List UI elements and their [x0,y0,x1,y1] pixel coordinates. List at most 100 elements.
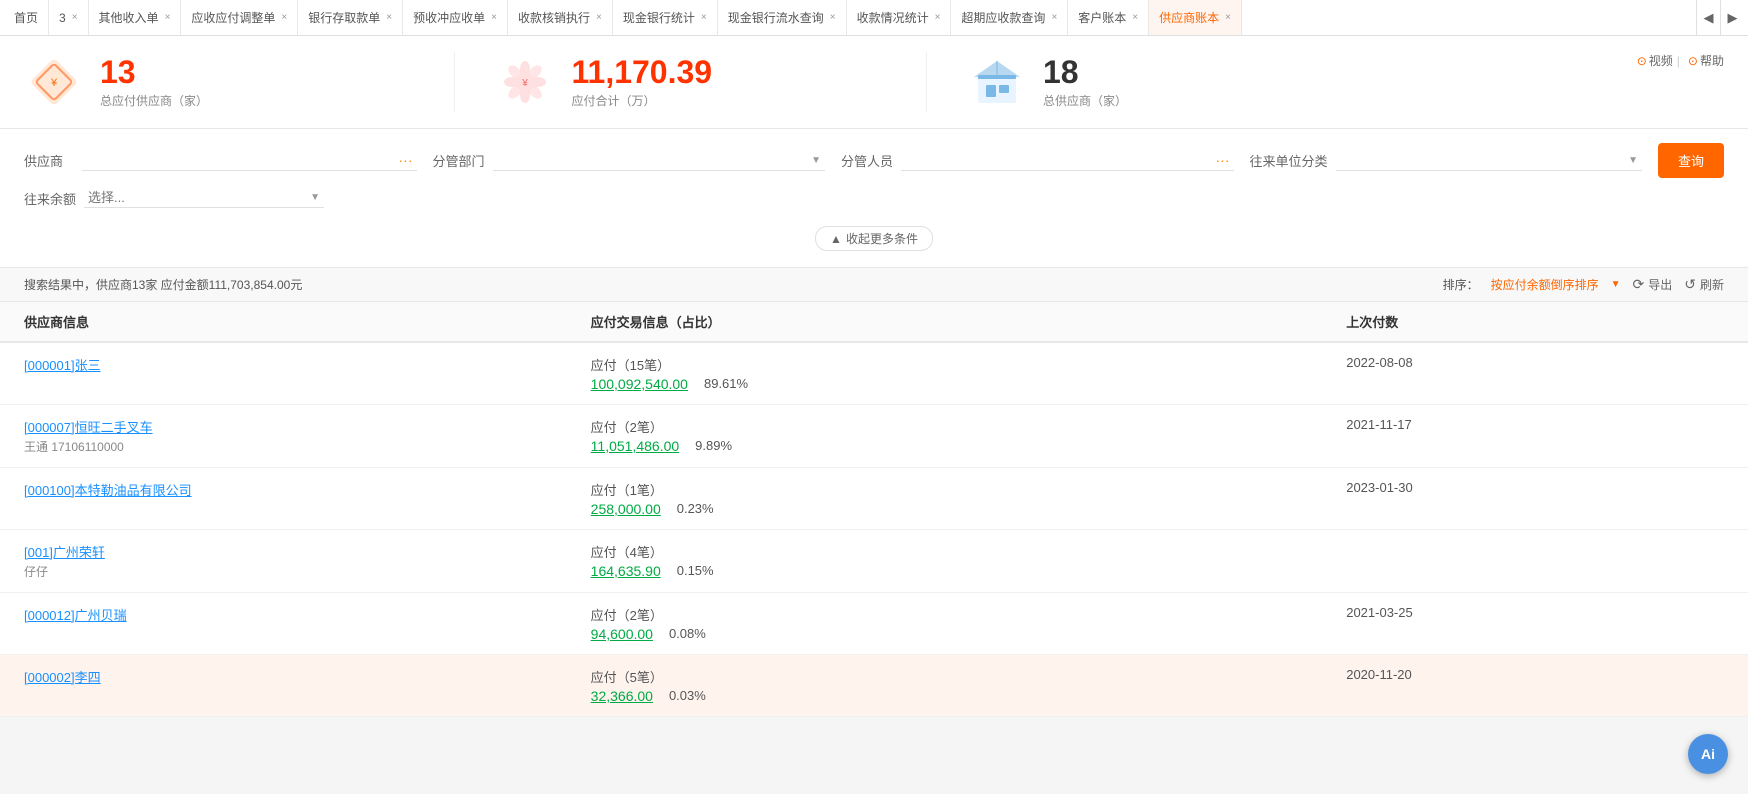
tx-cell-001: 应付（4笔） 164,635.90 0.15% [591,542,1347,579]
svg-text:¥: ¥ [522,78,529,89]
stat-ap-suppliers-info: 13 总应付供应商（家） [100,56,208,109]
supplier-link-000007[interactable]: [000007]恒旺二手叉车 [24,420,153,435]
supplier-link-000012[interactable]: [000012]广州贝瑞 [24,608,127,623]
tx-label-000100: 应付（1笔） [591,483,663,498]
tx-percent-000012: 0.08% [669,626,706,641]
person-dots-icon[interactable]: ··· [1216,152,1230,168]
result-summary: 搜索结果中，供应商13家 应付金额111,703,854.00元 [24,276,302,293]
sort-label: 排序： [1443,276,1479,293]
stat-total-suppliers: 18 总供应商（家） [967,52,1593,112]
unit-class-input[interactable] [1340,153,1625,168]
supplier-sub-001: 仔仔 [24,563,591,580]
collapse-up-icon: ▲ [830,232,842,246]
supplier-dots-icon[interactable]: ··· [399,152,413,168]
balance-input[interactable] [88,190,306,205]
tx-percent-000007: 9.89% [695,438,732,453]
ai-badge-label: Ai [1701,746,1715,762]
sort-arrow-icon[interactable]: ▼ [1611,279,1621,290]
close-icon[interactable]: × [491,12,497,23]
close-icon[interactable]: × [386,12,392,23]
video-icon: ⊙ [1637,54,1647,68]
tx-row-001: 164,635.90 0.15% [591,561,1347,579]
nav-tab-other-income[interactable]: 其他收入单 × [89,0,182,36]
nav-tab-overdue-ar[interactable]: 超期应收款查询 × [951,0,1068,36]
sort-value[interactable]: 按应付余额倒序排序 [1491,276,1599,293]
query-button[interactable]: 查询 [1658,143,1724,178]
person-input[interactable] [905,153,1215,168]
close-icon[interactable]: × [830,12,836,23]
supplier-input-wrap: ··· [82,150,417,171]
tx-amount-001[interactable]: 164,635.90 [591,563,661,579]
export-button[interactable]: ⟳ 导出 [1633,276,1673,293]
tx-amount-000002[interactable]: 32,366.00 [591,688,653,704]
unit-class-dropdown-icon[interactable]: ▼ [1628,155,1638,166]
search-area: 供应商 ··· 分管部门 ▼ 分管人员 ··· 往来单位分类 [0,129,1748,268]
stat-ap-amount-info: 11,170.39 应付合计（万） [571,56,712,109]
close-icon[interactable]: × [1225,12,1231,23]
refresh-button[interactable]: ↺ 刷新 [1684,276,1724,293]
table-row: [000100]本特勒油品有限公司 应付（1笔） 258,000.00 0.23… [0,468,1748,530]
dept-dropdown-icon[interactable]: ▼ [811,155,821,166]
tx-percent-000002: 0.03% [669,688,706,703]
stat-total-ap-suppliers: ¥ 13 总应付供应商（家） [24,52,455,112]
close-icon[interactable]: × [1051,12,1057,23]
stat-total-suppliers-number: 18 [1043,56,1127,88]
nav-left-arrow[interactable]: ◀ [1696,0,1720,36]
divider: | [1677,54,1680,68]
balance-dropdown-icon[interactable]: ▼ [310,192,320,203]
help-link[interactable]: 帮助 [1700,52,1724,69]
last-pay-cell-000001: 2022-08-08 [1346,355,1724,370]
supplier-link-001[interactable]: [001]广州荣轩 [24,545,105,560]
person-input-wrap: ··· [901,150,1233,171]
dept-input[interactable] [497,153,808,168]
close-icon[interactable]: × [701,12,707,23]
collapse-button[interactable]: ▲ 收起更多条件 [815,226,933,251]
nav-tab-receipt-stat[interactable]: 收款情况统计 × [847,0,952,36]
table-row: [000007]恒旺二手叉车 王通 17106110000 应付（2笔） 11,… [0,405,1748,468]
close-icon[interactable]: × [596,12,602,23]
nav-tab-customer-book[interactable]: 客户账本 × [1068,0,1149,36]
nav-tab-bank-deposit[interactable]: 银行存取款单 × [298,0,403,36]
nav-tab-home[interactable]: 首页 [4,0,49,36]
video-link[interactable]: 视频 [1649,52,1673,69]
nav-tab-prepay-ar[interactable]: 预收冲应收单 × [403,0,508,36]
nav-right-arrow[interactable]: ▶ [1720,0,1744,36]
table-row: [000002]李四 应付（5笔） 32,366.00 0.03% 2020-1… [0,655,1748,717]
tx-amount-000007[interactable]: 11,051,486.00 [591,438,680,454]
nav-tab-receipt-verify[interactable]: 收款核销执行 × [508,0,613,36]
tx-percent-000100: 0.23% [677,501,714,516]
supplier-input[interactable] [86,153,399,168]
collapse-label: 收起更多条件 [846,230,918,247]
tx-amount-000012[interactable]: 94,600.00 [591,626,653,642]
tx-amount-000001[interactable]: 100,092,540.00 [591,376,688,392]
tx-label-000012: 应付（2笔） [591,608,663,623]
last-pay-000012: 2021-03-25 [1346,605,1413,620]
supplier-cell-000002: [000002]李四 [24,667,591,686]
export-icon: ⟳ [1633,276,1645,293]
nav-tab-supplier-book[interactable]: 供应商账本 × [1149,0,1242,36]
close-icon[interactable]: × [281,12,287,23]
unit-class-select-wrap: ▼ [1336,151,1642,171]
person-label: 分管人员 [841,151,893,170]
supplier-link-000100[interactable]: [000100]本特勒油品有限公司 [24,483,192,498]
nav-tab-3[interactable]: 3 × [49,0,89,36]
close-icon[interactable]: × [1132,12,1138,23]
close-icon[interactable]: × [935,12,941,23]
nav-tab-cash-bank-flow[interactable]: 现金银行流水查询 × [718,0,847,36]
supplier-cell-000001: [000001]张三 [24,355,591,374]
supplier-link-000002[interactable]: [000002]李四 [24,670,101,685]
close-icon[interactable]: × [72,12,78,23]
search-row-1: 供应商 ··· 分管部门 ▼ 分管人员 ··· 往来单位分类 [24,143,1724,178]
nav-tab-cash-bank-stat[interactable]: 现金银行统计 × [613,0,718,36]
nav-tab-ar-ap-adjust[interactable]: 应收应付调整单 × [181,0,298,36]
close-icon[interactable]: × [165,12,171,23]
ai-badge[interactable]: Ai [1688,734,1728,774]
last-pay-cell-000002: 2020-11-20 [1346,667,1724,682]
supplier-link-000001[interactable]: [000001]张三 [24,358,101,373]
unit-class-label: 往来单位分类 [1250,151,1328,170]
stat-total-suppliers-info: 18 总供应商（家） [1043,56,1127,109]
tx-amount-000100[interactable]: 258,000.00 [591,501,661,517]
tx-row-000002: 32,366.00 0.03% [591,686,1347,704]
top-navigation: 首页 3 × 其他收入单 × 应收应付调整单 × 银行存取款单 × 预收冲应收单… [0,0,1748,36]
supplier-cell-001: [001]广州荣轩 仔仔 [24,542,591,580]
